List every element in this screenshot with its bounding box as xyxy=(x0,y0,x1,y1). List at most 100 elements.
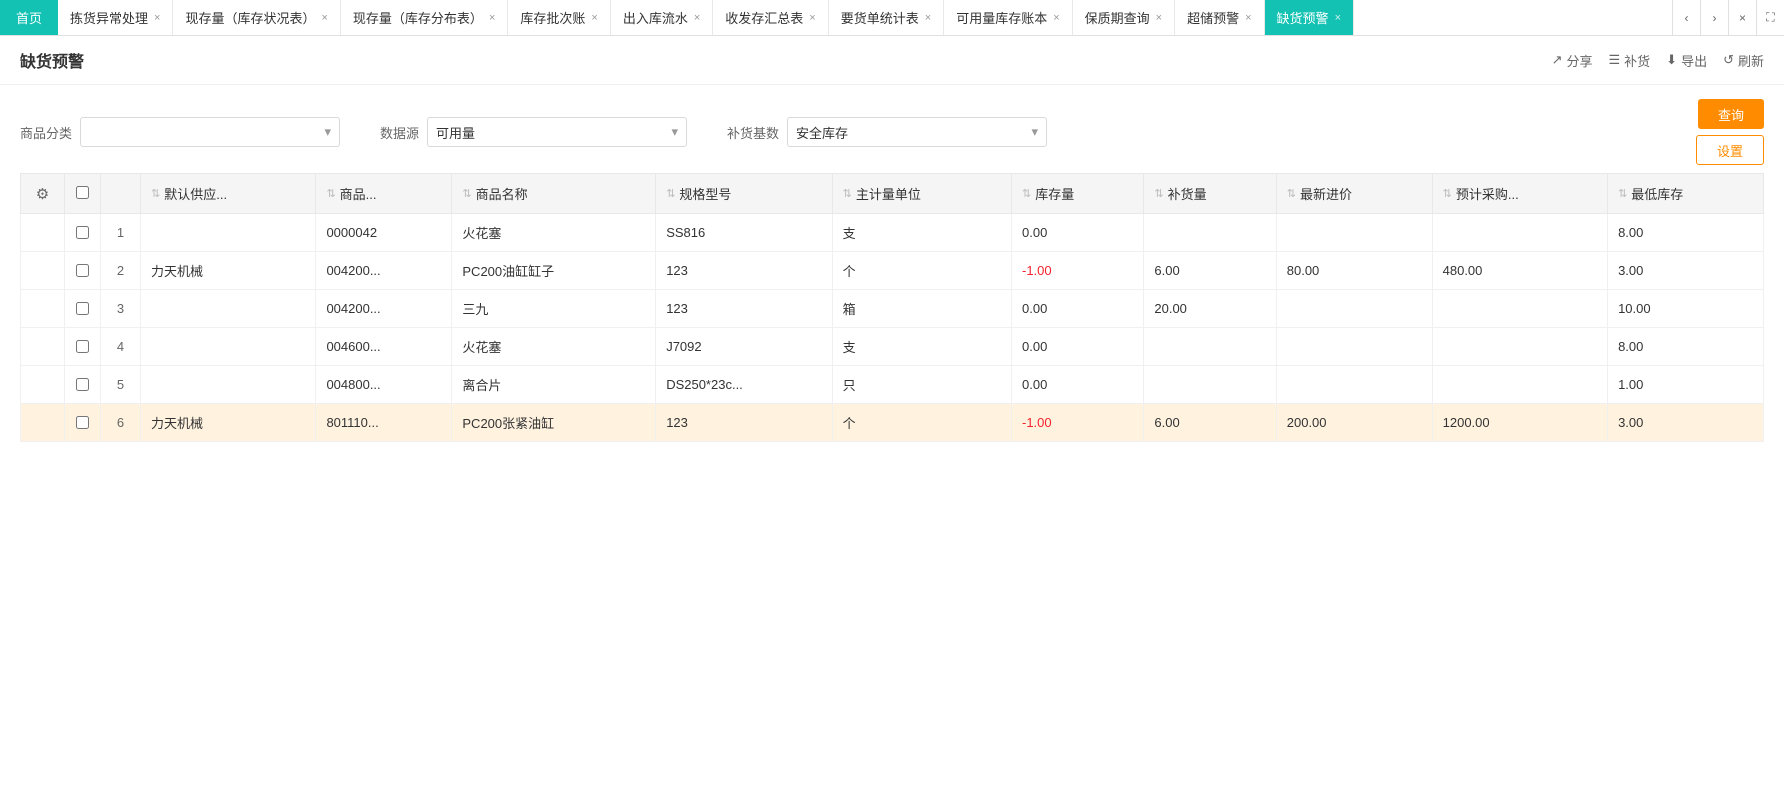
tab-receive-summary-close[interactable]: × xyxy=(809,12,815,24)
row-min-stock-cell: 8.00 xyxy=(1608,214,1764,252)
tab-inventory-status-close[interactable]: × xyxy=(321,12,327,24)
col-header-spec: ⇅ 规格型号 xyxy=(656,174,832,214)
tab-exception-close[interactable]: × xyxy=(154,12,160,24)
replenish-button[interactable]: ☰ 补货 xyxy=(1608,51,1650,70)
col-supplier-label: 默认供应... xyxy=(164,184,227,203)
replenish-base-filter-group: 补货基数 安全库存 ▾ xyxy=(727,117,1047,147)
tab-inout-flow-close[interactable]: × xyxy=(694,12,700,24)
table-row: 5 004800... 离合片 DS250*23c... 只 0.00 1.00 xyxy=(21,366,1764,404)
refresh-button[interactable]: ↺ 刷新 xyxy=(1723,51,1764,70)
row-replenish-cell xyxy=(1144,366,1276,404)
row-latest-price-cell xyxy=(1276,290,1432,328)
tab-inout-flow[interactable]: 出入库流水 × xyxy=(611,0,713,35)
tab-available-ledger[interactable]: 可用量库存账本 × xyxy=(944,0,1072,35)
replenish-base-label: 补货基数 xyxy=(727,123,779,142)
tab-expiry-close[interactable]: × xyxy=(1156,12,1162,24)
col-header-min-stock: ⇅ 最低库存 xyxy=(1608,174,1764,214)
row-checkbox-0[interactable] xyxy=(76,226,89,239)
tab-home[interactable]: 首页 xyxy=(0,0,58,35)
row-est-purchase-cell: 480.00 xyxy=(1432,252,1607,290)
export-button[interactable]: ⬇ 导出 xyxy=(1666,51,1707,70)
tab-fullscreen-btn[interactable]: ⛶ xyxy=(1756,0,1784,35)
category-filter-label: 商品分类 xyxy=(20,123,72,142)
tab-batch[interactable]: 库存批次账 × xyxy=(508,0,610,35)
tab-home-label: 首页 xyxy=(16,8,42,27)
tab-prev-btn[interactable]: ‹ xyxy=(1672,0,1700,35)
table-body: 1 0000042 火花塞 SS816 支 0.00 8.00 2 力天机械 0… xyxy=(21,214,1764,442)
header-checkbox[interactable] xyxy=(76,186,89,199)
refresh-label: 刷新 xyxy=(1738,51,1764,70)
tab-inventory-dist-close[interactable]: × xyxy=(489,12,495,24)
replenish-icon: ☰ xyxy=(1608,52,1620,68)
row-checkbox-5[interactable] xyxy=(76,416,89,429)
tab-shortage-close[interactable]: × xyxy=(1335,12,1341,24)
replenish-base-select[interactable]: 安全库存 ▾ xyxy=(787,117,1047,147)
row-stock-cell: 0.00 xyxy=(1012,328,1144,366)
datasource-select[interactable]: 可用量 ▾ xyxy=(427,117,687,147)
col-header-stock: ⇅ 库存量 xyxy=(1012,174,1144,214)
tab-batch-close[interactable]: × xyxy=(591,12,597,24)
tab-available-ledger-close[interactable]: × xyxy=(1053,12,1059,24)
row-product-name-cell: PC200油缸缸子 xyxy=(452,252,656,290)
tab-bar: 首页 拣货异常处理 × 现存量（库存状况表） × 现存量（库存分布表） × 库存… xyxy=(0,0,1784,36)
datasource-filter-group: 数据源 可用量 ▾ xyxy=(380,117,687,147)
tab-expiry[interactable]: 保质期查询 × xyxy=(1073,0,1175,35)
table-row: 3 004200... 三九 123 箱 0.00 20.00 10.00 xyxy=(21,290,1764,328)
row-supplier-cell: 力天机械 xyxy=(141,252,316,290)
row-min-stock-cell: 3.00 xyxy=(1608,404,1764,442)
row-settings-cell xyxy=(21,290,65,328)
tab-inventory-status[interactable]: 现存量（库存状况表） × xyxy=(173,0,340,35)
table-row: 2 力天机械 004200... PC200油缸缸子 123 个 -1.00 6… xyxy=(21,252,1764,290)
category-filter-group: 商品分类 ▾ xyxy=(20,117,340,147)
row-supplier-cell xyxy=(141,290,316,328)
row-est-purchase-cell xyxy=(1432,328,1607,366)
tab-overstock-label: 超储预警 xyxy=(1187,8,1239,27)
tab-inventory-dist[interactable]: 现存量（库存分布表） × xyxy=(341,0,508,35)
tab-overstock[interactable]: 超储预警 × xyxy=(1175,0,1264,35)
settings-button[interactable]: 设置 xyxy=(1696,135,1764,165)
category-select[interactable]: ▾ xyxy=(80,117,340,147)
row-checkbox-3[interactable] xyxy=(76,340,89,353)
tab-shortage[interactable]: 缺货预警 × xyxy=(1265,0,1354,35)
row-checkbox-4[interactable] xyxy=(76,378,89,391)
tab-demand-stats-close[interactable]: × xyxy=(925,12,931,24)
tab-available-ledger-label: 可用量库存账本 xyxy=(956,8,1047,27)
sort-icon-product-code: ⇅ xyxy=(326,187,335,200)
tab-close-btn[interactable]: × xyxy=(1728,0,1756,35)
tab-batch-label: 库存批次账 xyxy=(520,8,585,27)
settings-gear-icon[interactable]: ⚙ xyxy=(36,186,49,203)
col-product-name-label: 商品名称 xyxy=(476,184,528,203)
col-product-code-label: 商品... xyxy=(340,184,377,203)
row-latest-price-cell xyxy=(1276,366,1432,404)
col-header-check xyxy=(65,174,101,214)
row-product-code-cell: 004600... xyxy=(316,328,452,366)
replenish-base-dropdown-icon: ▾ xyxy=(1032,124,1039,140)
tab-overstock-close[interactable]: × xyxy=(1245,12,1251,24)
row-est-purchase-cell: 1200.00 xyxy=(1432,404,1607,442)
main-content: 缺货预警 ↗ 分享 ☰ 补货 ⬇ 导出 ↺ 刷新 商品分类 xyxy=(0,36,1784,796)
tab-next-btn[interactable]: › xyxy=(1700,0,1728,35)
row-check-cell xyxy=(65,366,101,404)
sort-icon-unit: ⇅ xyxy=(843,187,852,200)
tab-receive-summary[interactable]: 收发存汇总表 × xyxy=(713,0,828,35)
tab-expiry-label: 保质期查询 xyxy=(1085,8,1150,27)
sort-icon-product-name: ⇅ xyxy=(462,187,471,200)
datasource-filter-label: 数据源 xyxy=(380,123,419,142)
export-label: 导出 xyxy=(1681,51,1707,70)
tab-nav-buttons: ‹ › × ⛶ xyxy=(1672,0,1784,35)
row-replenish-cell: 6.00 xyxy=(1144,404,1276,442)
query-button[interactable]: 查询 xyxy=(1698,99,1764,129)
row-replenish-cell: 6.00 xyxy=(1144,252,1276,290)
row-num-cell: 4 xyxy=(101,328,141,366)
row-checkbox-1[interactable] xyxy=(76,264,89,277)
tab-exception[interactable]: 拣货异常处理 × xyxy=(58,0,173,35)
row-product-name-cell: 火花塞 xyxy=(452,214,656,252)
row-unit-cell: 支 xyxy=(832,214,1011,252)
col-header-settings: ⚙ xyxy=(21,174,65,214)
table-header-row: ⚙ ⇅ 默认供应... ⇅ 商 xyxy=(21,174,1764,214)
sort-icon-min-stock: ⇅ xyxy=(1618,187,1627,200)
col-unit-label: 主计量单位 xyxy=(856,184,921,203)
share-button[interactable]: ↗ 分享 xyxy=(1552,51,1593,70)
tab-demand-stats[interactable]: 要货单统计表 × xyxy=(829,0,944,35)
row-checkbox-2[interactable] xyxy=(76,302,89,315)
